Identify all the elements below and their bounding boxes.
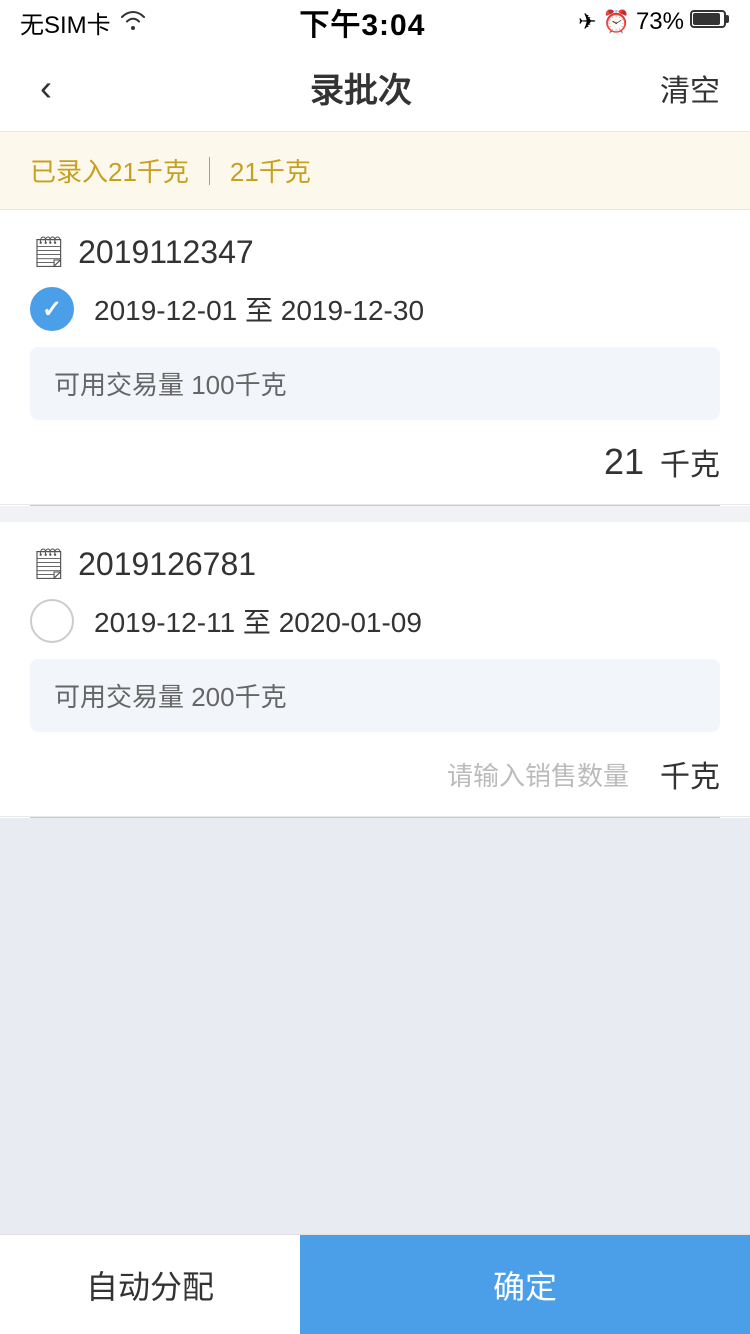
- radio-2[interactable]: [30, 599, 74, 643]
- bottom-bar: 自动分配 确定: [0, 1234, 750, 1334]
- batch-quantity-input-2[interactable]: [344, 756, 644, 793]
- nav-bar: ‹ 录批次 清空: [0, 44, 750, 132]
- batch-date-row-2: 2019-12-11 至 2020-01-09: [0, 591, 750, 651]
- wifi-icon: [119, 8, 147, 37]
- batch-date-2: 2019-12-11 至 2020-01-09: [94, 601, 422, 641]
- batch-input-row-2: 千克: [0, 732, 750, 817]
- batch-id-1: 2019112347: [78, 234, 254, 271]
- batch-qty-text-2: 可用交易量 200千克: [54, 682, 287, 712]
- batch-unit-2: 千克: [660, 752, 720, 796]
- radio-1[interactable]: [30, 287, 74, 331]
- carrier-label: 无SIM卡: [20, 5, 111, 40]
- status-left: 无SIM卡: [20, 5, 147, 40]
- input-underline-1: [30, 505, 720, 506]
- spacer-area: [0, 818, 750, 1238]
- batch-id-icon-1: 🗒: [30, 235, 68, 270]
- battery-label: 73%: [636, 8, 684, 36]
- batch-card-1: 🗒 2019112347 2019-12-01 至 2019-12-30 可用交…: [0, 210, 750, 506]
- batch-qty-text-1: 可用交易量 100千克: [54, 370, 287, 400]
- alarm-icon: ⏰: [603, 9, 630, 35]
- page-wrapper: 无SIM卡 下午3:04 ✈ ⏰ 73%: [0, 0, 750, 1334]
- batch-header-2: 🗒 2019126781: [0, 522, 750, 591]
- content: 🗒 2019112347 2019-12-01 至 2019-12-30 可用交…: [0, 210, 750, 1238]
- summary-divider: [209, 157, 210, 185]
- location-icon: ✈: [578, 9, 596, 35]
- batch-input-row-1: 21 千克: [0, 420, 750, 505]
- batch-input-value-1: 21: [604, 441, 644, 483]
- clear-button[interactable]: 清空: [660, 66, 720, 110]
- batch-date-row-1: 2019-12-01 至 2019-12-30: [0, 279, 750, 339]
- batch-header-1: 🗒 2019112347: [0, 210, 750, 279]
- batch-id-2: 2019126781: [78, 546, 256, 583]
- confirm-button[interactable]: 确定: [300, 1235, 750, 1334]
- batch-qty-row-1: 可用交易量 100千克: [30, 347, 720, 420]
- batch-qty-row-2: 可用交易量 200千克: [30, 659, 720, 732]
- total-label: 21千克: [230, 152, 311, 189]
- recorded-label: 已录入21千克: [30, 152, 189, 189]
- batch-card-2: 🗒 2019126781 2019-12-11 至 2020-01-09 可用交…: [0, 522, 750, 818]
- batch-id-icon-2: 🗒: [30, 547, 68, 582]
- page-title: 录批次: [310, 63, 412, 112]
- summary-banner: 已录入21千克 21千克: [0, 132, 750, 210]
- status-right: ✈ ⏰ 73%: [578, 8, 730, 36]
- back-button[interactable]: ‹: [30, 57, 62, 119]
- battery-icon: [690, 8, 730, 36]
- batch-date-1: 2019-12-01 至 2019-12-30: [94, 289, 424, 329]
- status-bar: 无SIM卡 下午3:04 ✈ ⏰ 73%: [0, 0, 750, 44]
- auto-distribute-button[interactable]: 自动分配: [0, 1235, 300, 1334]
- batch-unit-1: 千克: [660, 440, 720, 484]
- status-time: 下午3:04: [299, 0, 425, 44]
